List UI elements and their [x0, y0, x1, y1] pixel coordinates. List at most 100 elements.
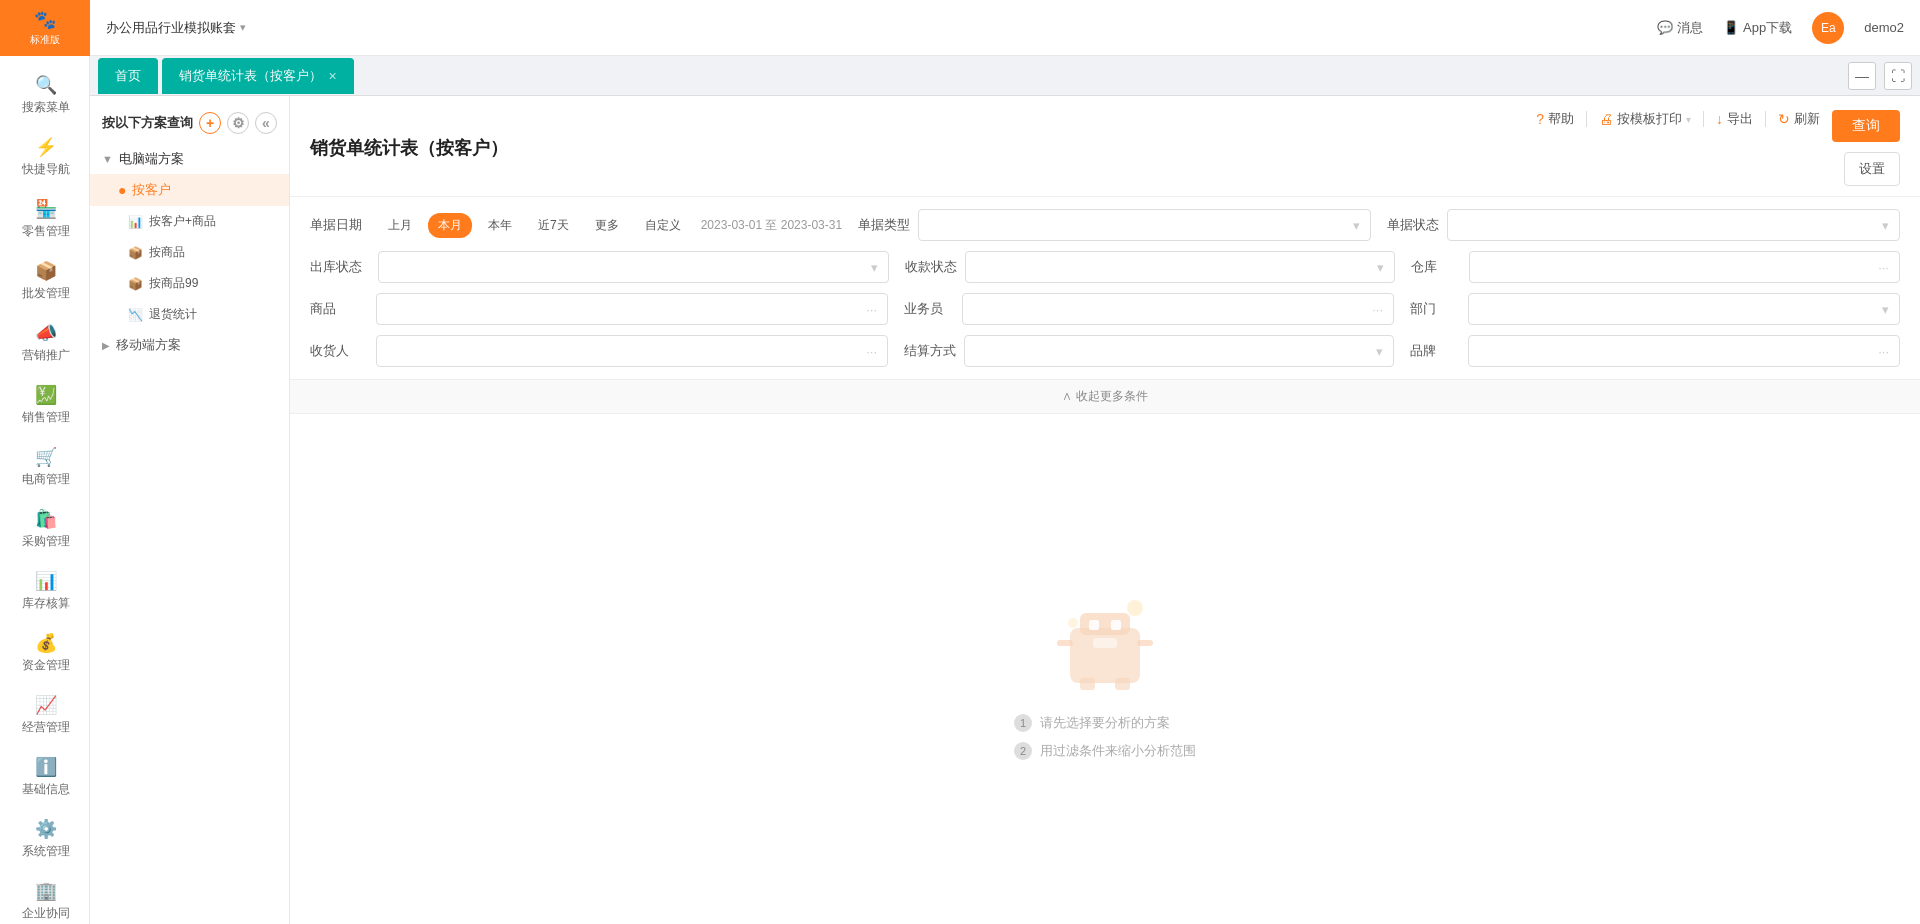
tab-maximize-button[interactable]: ⛶	[1884, 62, 1912, 90]
tree-item-by-customer-product[interactable]: 📊 按客户+商品	[90, 206, 289, 237]
step-2-num: 2	[1014, 742, 1032, 760]
system-icon: ⚙️	[35, 818, 57, 840]
product-select[interactable]: ···	[376, 293, 888, 325]
sidebar-item-inventory[interactable]: 📊 库存核算	[0, 560, 89, 622]
tree-pc-group: ▼ 电脑端方案 ● 按客户 📊 按客户+商品 📦 按商品 📦 按商品9	[90, 144, 289, 330]
divider2	[1703, 111, 1704, 127]
brand-dots[interactable]: ···	[1878, 344, 1889, 359]
sidebar-item-finance[interactable]: 💰 资金管理	[0, 622, 89, 684]
box-icon: 📦	[128, 246, 143, 260]
ecommerce-icon: 🛒	[35, 446, 57, 468]
svg-rect-3	[1111, 620, 1121, 630]
consignee-dots[interactable]: ···	[866, 344, 877, 359]
date-tab-more[interactable]: 更多	[585, 213, 629, 238]
logo: 🐾 标准版	[0, 0, 90, 56]
settings-scheme-button[interactable]: ⚙	[227, 112, 249, 134]
sidebar-item-sales[interactable]: 💹 销售管理	[0, 374, 89, 436]
account-selector[interactable]: 办公用品行业模拟账套 ▾	[106, 19, 246, 37]
date-tab-this-year[interactable]: 本年	[478, 213, 522, 238]
sidebar-item-label: 资金管理	[22, 657, 70, 674]
basic-icon: ℹ️	[35, 756, 57, 778]
sidebar-item-label: 搜索菜单	[22, 99, 70, 116]
date-tab-7days[interactable]: 近7天	[528, 213, 579, 238]
sidebar-item-enterprise[interactable]: 🏢 企业协同	[0, 870, 89, 924]
sidebar-item-ecommerce[interactable]: 🛒 电商管理	[0, 436, 89, 498]
collapse-bar[interactable]: ∧ 收起更多条件	[290, 380, 1920, 414]
sidebar-item-basic[interactable]: ℹ️ 基础信息	[0, 746, 89, 808]
warehouse-select[interactable]: ···	[1469, 251, 1900, 283]
sidebar-item-label: 采购管理	[22, 533, 70, 550]
date-tab-last-month[interactable]: 上月	[378, 213, 422, 238]
tree-item-by-customer[interactable]: ● 按客户	[90, 174, 289, 206]
message-button[interactable]: 💬 消息	[1657, 19, 1703, 37]
svg-rect-2	[1089, 620, 1099, 630]
sidebar-item-search-menu[interactable]: 🔍 搜索菜单	[0, 64, 89, 126]
sidebar-item-purchase[interactable]: 🛍️ 采购管理	[0, 498, 89, 560]
payment-method-select[interactable]: ▾	[964, 335, 1394, 367]
payment-method-arrow-icon: ▾	[1376, 344, 1383, 359]
marketing-icon: 📣	[35, 322, 57, 344]
payment-status-select[interactable]: ▾	[965, 251, 1394, 283]
app-icon: 📱	[1723, 20, 1739, 35]
salesperson-label: 业务员	[904, 300, 954, 318]
tab-home[interactable]: 首页	[98, 58, 158, 94]
query-button[interactable]: 查询	[1832, 110, 1900, 142]
tree-item-by-product-99[interactable]: 📦 按商品99	[90, 268, 289, 299]
export-button[interactable]: ↓ 导出	[1716, 110, 1753, 128]
product-dots[interactable]: ···	[866, 302, 877, 317]
product-label: 商品	[310, 300, 360, 318]
empty-step-1: 1 请先选择要分析的方案	[1014, 714, 1196, 732]
sidebar-item-label: 零售管理	[22, 223, 70, 240]
mobile-expand-icon: ▶	[102, 340, 110, 351]
svg-rect-1	[1080, 613, 1130, 635]
page-header: 销货单统计表（按客户） ? 帮助 🖨 按模板打印 ▾	[290, 96, 1920, 197]
salesperson-dots[interactable]: ···	[1372, 302, 1383, 317]
refresh-button[interactable]: ↻ 刷新	[1778, 110, 1820, 128]
tab-close-icon[interactable]: ✕	[328, 70, 337, 83]
warehouse-dots[interactable]: ···	[1878, 260, 1889, 275]
settings-button[interactable]: 设置	[1844, 152, 1900, 186]
tab-minimize-button[interactable]: —	[1848, 62, 1876, 90]
sidebar-item-wholesale[interactable]: 📦 批发管理	[0, 250, 89, 312]
content: 按以下方案查询 + ⚙ « ▼ 电脑端方案 ● 按客户 📊 按	[90, 96, 1920, 924]
order-status-select[interactable]: ▾	[1447, 209, 1900, 241]
header-actions: ? 帮助 🖨 按模板打印 ▾ ↓ 导出	[1536, 110, 1820, 128]
help-button[interactable]: ? 帮助	[1536, 110, 1574, 128]
order-type-select[interactable]: ▾	[918, 209, 1371, 241]
sales-icon: 💹	[35, 384, 57, 406]
export-label: 导出	[1727, 110, 1753, 128]
chart2-icon: 📉	[128, 308, 143, 322]
wholesale-icon: 📦	[35, 260, 57, 282]
right-actions: 查询 设置	[1832, 110, 1900, 186]
tab-home-label: 首页	[115, 67, 141, 85]
refresh-label: 刷新	[1794, 110, 1820, 128]
sidebar-item-marketing[interactable]: 📣 营销推广	[0, 312, 89, 374]
payment-status-arrow-icon: ▾	[1377, 260, 1384, 275]
brand-select[interactable]: ···	[1468, 335, 1900, 367]
collapse-panel-button[interactable]: «	[255, 112, 277, 134]
avatar[interactable]: Ea	[1812, 12, 1844, 44]
tree-mobile-group[interactable]: ▶ 移动端方案	[90, 330, 289, 360]
order-type-arrow-icon: ▾	[1353, 218, 1360, 233]
sidebar-item-quick-nav[interactable]: ⚡ 快捷导航	[0, 126, 89, 188]
sidebar-item-operations[interactable]: 📈 经营管理	[0, 684, 89, 746]
tree-item-return-stats[interactable]: 📉 退货统计	[90, 299, 289, 330]
out-status-select[interactable]: ▾	[378, 251, 889, 283]
payment-method-label: 结算方式	[904, 342, 956, 360]
app-download-button[interactable]: 📱 App下载	[1723, 19, 1792, 37]
date-tab-this-month[interactable]: 本月	[428, 213, 472, 238]
order-type-label: 单据类型	[858, 216, 910, 234]
help-icon: ?	[1536, 111, 1544, 127]
add-scheme-button[interactable]: +	[199, 112, 221, 134]
consignee-select[interactable]: ···	[376, 335, 888, 367]
template-print-button[interactable]: 🖨 按模板打印 ▾	[1599, 110, 1691, 128]
tree-pc-group-header[interactable]: ▼ 电脑端方案	[90, 144, 289, 174]
sidebar-item-label: 销售管理	[22, 409, 70, 426]
sidebar-item-system[interactable]: ⚙️ 系统管理	[0, 808, 89, 870]
salesperson-select[interactable]: ···	[962, 293, 1394, 325]
date-tab-custom[interactable]: 自定义	[635, 213, 691, 238]
tree-item-by-product[interactable]: 📦 按商品	[90, 237, 289, 268]
department-select[interactable]: ▾	[1468, 293, 1900, 325]
sidebar-item-retail[interactable]: 🏪 零售管理	[0, 188, 89, 250]
tab-sales-stats[interactable]: 销货单统计表（按客户） ✕	[162, 58, 354, 94]
